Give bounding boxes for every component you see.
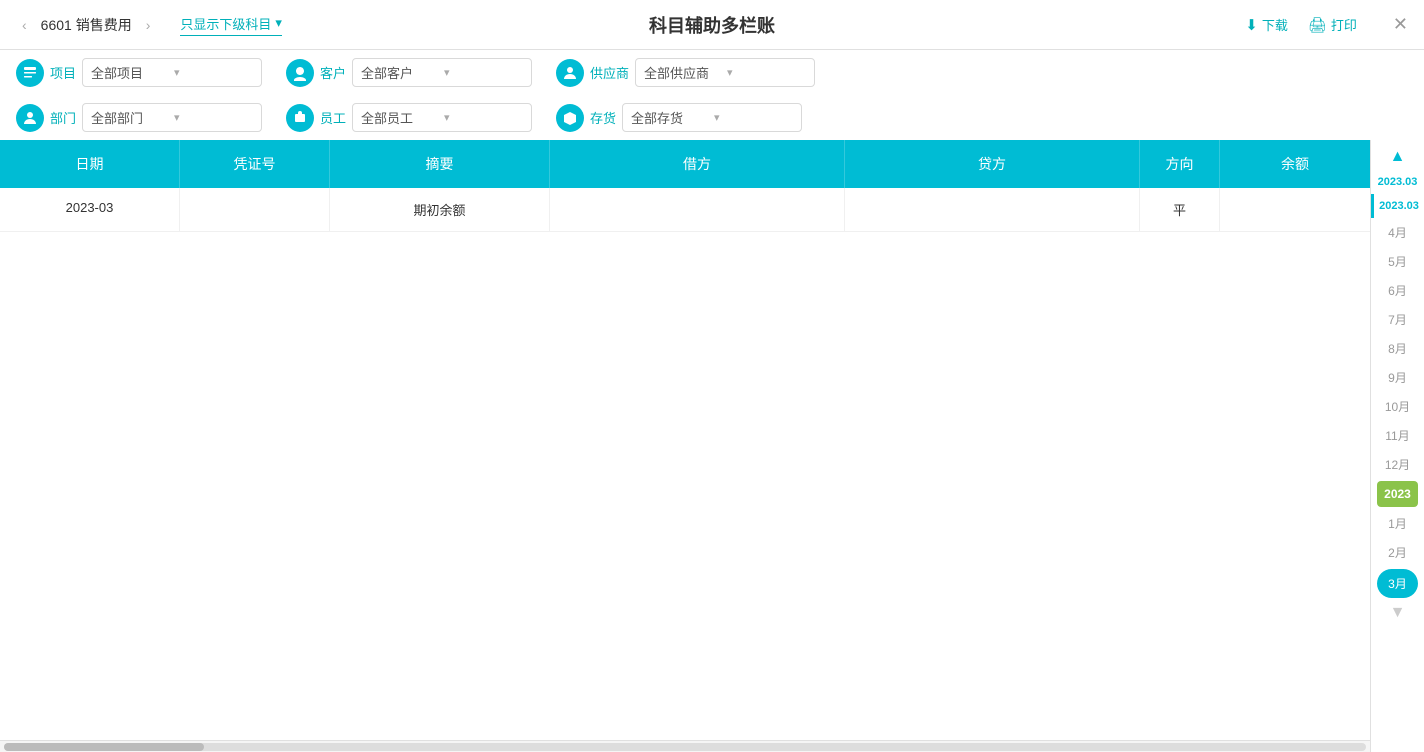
row-date: 2023-03: [0, 188, 180, 231]
row-balance: [1220, 188, 1370, 231]
timeline-month-9[interactable]: 9月: [1371, 363, 1424, 392]
title-left: ‹ 6601 销售费用 › 只显示下级科目 ▾: [16, 14, 282, 36]
download-icon: ⬇: [1245, 16, 1258, 34]
employee-select[interactable]: 全部员工 ▾: [352, 103, 532, 132]
supplier-select[interactable]: 全部供应商 ▾: [635, 58, 815, 87]
employee-arrow-icon: ▾: [444, 111, 523, 124]
show-sub-label: 只显示下级科目: [180, 14, 271, 33]
timeline-month-5[interactable]: 5月: [1371, 247, 1424, 276]
close-button[interactable]: ✕: [1393, 14, 1408, 35]
timeline-month-7[interactable]: 7月: [1371, 305, 1424, 334]
table-header: 日期 凭证号 摘要 借方 贷方 方向 余额: [0, 140, 1370, 188]
timeline-month-3-active[interactable]: 3月: [1377, 569, 1418, 598]
department-label: 部门: [50, 108, 76, 127]
timeline-month-2[interactable]: 2月: [1371, 538, 1424, 567]
project-arrow-icon: ▾: [174, 66, 253, 79]
department-select[interactable]: 全部部门 ▾: [82, 103, 262, 132]
department-icon: [16, 104, 44, 132]
prev-arrow[interactable]: ‹: [16, 15, 33, 35]
scrollbar-thumb[interactable]: [4, 743, 204, 751]
title-right: ⬇ 下载 🖨 打印 ✕: [1245, 14, 1408, 35]
customer-label: 客户: [320, 63, 346, 82]
print-label: 打印: [1331, 15, 1357, 34]
filter-employee: 员工 全部员工 ▾: [286, 103, 532, 132]
timeline-down-arrow[interactable]: ▼: [1386, 600, 1410, 626]
timeline-year-2023[interactable]: 2023: [1377, 481, 1418, 507]
customer-select[interactable]: 全部客户 ▾: [352, 58, 532, 87]
employee-icon: [286, 104, 314, 132]
supplier-value: 全部供应商: [644, 63, 723, 82]
timeline-month-1[interactable]: 1月: [1371, 509, 1424, 538]
row-direction: 平: [1140, 188, 1220, 231]
inventory-label: 存货: [590, 108, 616, 127]
show-sub-container: 只显示下级科目 ▾: [180, 14, 282, 36]
account-code: 6601 销售费用: [41, 15, 132, 35]
next-arrow[interactable]: ›: [140, 15, 157, 35]
col-date: 日期: [0, 140, 180, 188]
department-value: 全部部门: [91, 108, 170, 127]
show-sub-arrow-icon: ▾: [275, 15, 282, 31]
timeline-month-4[interactable]: 4月: [1371, 218, 1424, 247]
col-credit: 贷方: [845, 140, 1140, 188]
timeline-month-10[interactable]: 10月: [1371, 392, 1424, 421]
horizontal-scrollbar[interactable]: [0, 740, 1370, 752]
department-arrow-icon: ▾: [174, 111, 253, 124]
timeline-period-top[interactable]: 2023.03: [1371, 170, 1424, 194]
inventory-select[interactable]: 全部存货 ▾: [622, 103, 802, 132]
employee-value: 全部员工: [361, 108, 440, 127]
page-title: 科目辅助多栏账: [649, 12, 775, 38]
col-voucher: 凭证号: [180, 140, 330, 188]
main-window: ‹ 6601 销售费用 › 只显示下级科目 ▾ 科目辅助多栏账 ⬇ 下载 🖨 打…: [0, 0, 1424, 752]
print-button[interactable]: 🖨 打印: [1308, 15, 1357, 34]
col-debit: 借方: [550, 140, 845, 188]
supplier-arrow-icon: ▾: [727, 66, 806, 79]
table-area: 日期 凭证号 摘要 借方 贷方 方向 余额 2023-03 期初余额 平: [0, 140, 1370, 752]
download-button[interactable]: ⬇ 下载: [1245, 15, 1288, 34]
print-icon: 🖨: [1308, 16, 1327, 34]
project-select[interactable]: 全部项目 ▾: [82, 58, 262, 87]
filter-project: 项目 全部项目 ▾: [16, 58, 262, 87]
inventory-value: 全部存货: [631, 108, 710, 127]
project-label: 项目: [50, 63, 76, 82]
customer-arrow-icon: ▾: [444, 66, 523, 79]
row-debit: [550, 188, 845, 231]
filter-supplier: 供应商 全部供应商 ▾: [556, 58, 815, 87]
timeline-month-12[interactable]: 12月: [1371, 450, 1424, 479]
col-balance: 余额: [1220, 140, 1370, 188]
table-body: 2023-03 期初余额 平: [0, 188, 1370, 740]
filter-customer: 客户 全部客户 ▾: [286, 58, 532, 87]
show-sub-toggle[interactable]: 只显示下级科目 ▾: [180, 14, 282, 36]
inventory-arrow-icon: ▾: [714, 111, 793, 124]
row-voucher: [180, 188, 330, 231]
supplier-icon: [556, 59, 584, 87]
timeline-month-8[interactable]: 8月: [1371, 334, 1424, 363]
filter-department: 部门 全部部门 ▾: [16, 103, 262, 132]
title-bar: ‹ 6601 销售费用 › 只显示下级科目 ▾ 科目辅助多栏账 ⬇ 下载 🖨 打…: [0, 0, 1424, 50]
filter-row-2: 部门 全部部门 ▾ 员工 全部员工 ▾ 存货 全部存货 ▾: [0, 95, 1424, 140]
filter-inventory: 存货 全部存货 ▾: [556, 103, 802, 132]
inventory-icon: [556, 104, 584, 132]
timeline-month-6[interactable]: 6月: [1371, 276, 1424, 305]
table-row: 2023-03 期初余额 平: [0, 188, 1370, 232]
employee-label: 员工: [320, 108, 346, 127]
main-content: 日期 凭证号 摘要 借方 贷方 方向 余额 2023-03 期初余额 平: [0, 140, 1424, 752]
scrollbar-track: [4, 743, 1366, 751]
customer-value: 全部客户: [361, 63, 440, 82]
timeline-month-11[interactable]: 11月: [1371, 421, 1424, 450]
timeline-sidebar: ▲ 2023.03 2023.03 4月 5月 6月 7月 8月 9月 10月 …: [1370, 140, 1424, 752]
customer-icon: [286, 59, 314, 87]
row-credit: [845, 188, 1140, 231]
filter-row-1: 项目 全部项目 ▾ 客户 全部客户 ▾ 供应商 全部供应商: [0, 50, 1424, 95]
col-summary: 摘要: [330, 140, 550, 188]
timeline-up-arrow[interactable]: ▲: [1386, 144, 1410, 170]
download-label: 下载: [1262, 15, 1288, 34]
col-direction: 方向: [1140, 140, 1220, 188]
timeline-period-selected[interactable]: 2023.03: [1371, 194, 1424, 218]
project-value: 全部项目: [91, 63, 170, 82]
row-summary: 期初余额: [330, 188, 550, 231]
project-icon: [16, 59, 44, 87]
supplier-label: 供应商: [590, 63, 629, 82]
